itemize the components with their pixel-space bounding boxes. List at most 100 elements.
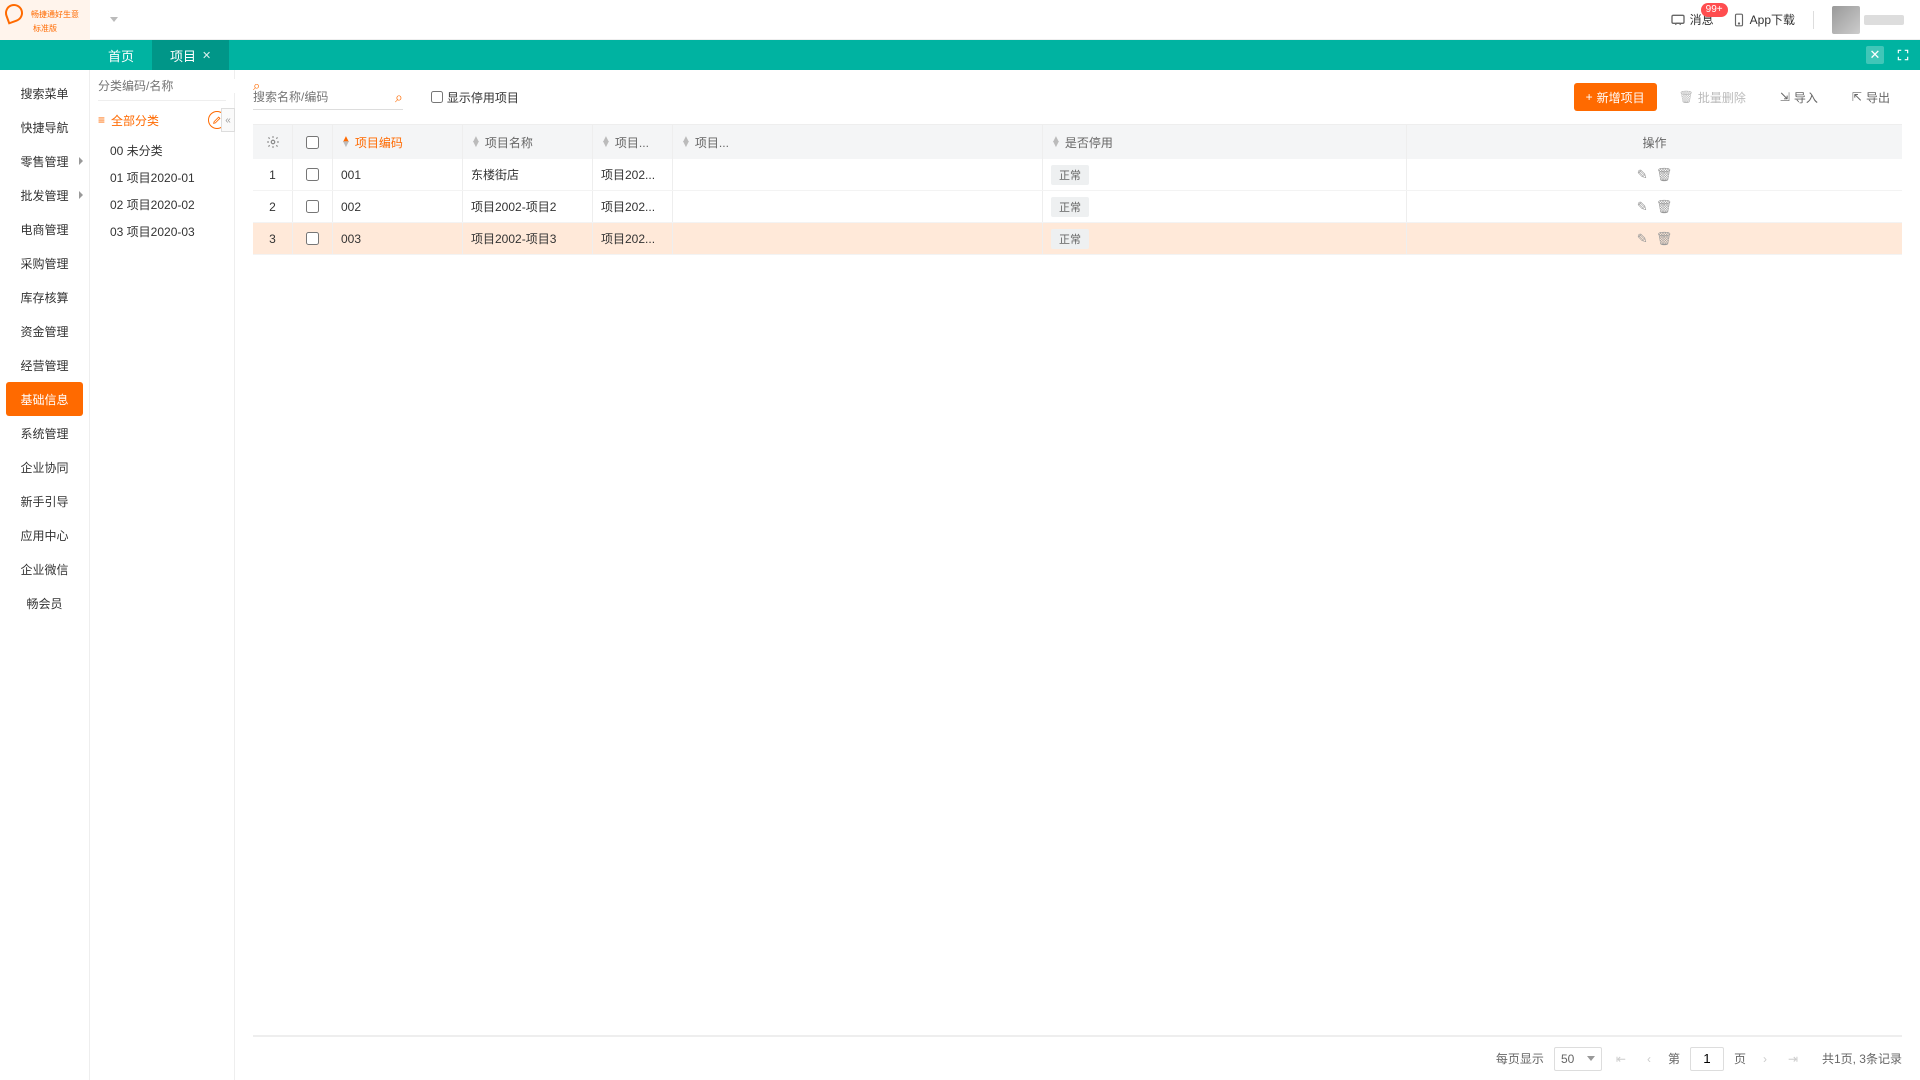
sidebar-item-8[interactable]: 经营管理 [0, 348, 89, 382]
close-all-tabs-button[interactable]: ✕ [1866, 46, 1884, 64]
page-input[interactable] [1690, 1047, 1724, 1071]
gear-icon [266, 135, 280, 149]
search-icon[interactable]: ⌕ [395, 89, 403, 106]
last-page-button[interactable]: ⇥ [1784, 1050, 1802, 1068]
fullscreen-button[interactable] [1894, 46, 1912, 64]
table-row[interactable]: 2002项目2002-项目2项目202...正常✎🗑 [253, 191, 1902, 223]
sidebar-item-1[interactable]: 快捷导航 [0, 110, 89, 144]
sidebar-item-15[interactable]: 畅会员 [0, 586, 89, 620]
user-name-placeholder [1864, 15, 1904, 25]
sidebar-item-7[interactable]: 资金管理 [0, 314, 89, 348]
logo-icon [2, 1, 25, 24]
col-category[interactable]: ▲▼项目... [593, 125, 673, 159]
close-icon[interactable]: ✕ [202, 49, 211, 62]
collapse-panel-button[interactable]: « [221, 108, 235, 132]
cell-code: 003 [333, 223, 463, 254]
cell-operations: ✎🗑 [1407, 159, 1902, 190]
per-page-select[interactable]: 50 [1554, 1047, 1602, 1071]
select-all-checkbox[interactable] [293, 125, 333, 159]
chevron-right-icon [79, 157, 83, 165]
add-project-button[interactable]: + 新增项目 [1574, 83, 1657, 111]
col-status[interactable]: ▲▼是否停用 [1043, 125, 1407, 159]
phone-icon [1732, 12, 1746, 28]
cell-note [673, 159, 1043, 190]
chevron-down-icon [1587, 1056, 1595, 1061]
cell-category: 项目202... [593, 191, 673, 222]
cell-status: 正常 [1043, 159, 1407, 190]
chevron-down-icon [110, 17, 118, 22]
category-item-2[interactable]: 02 项目2020-02 [110, 191, 226, 218]
batch-delete-button[interactable]: 🗑 批量删除 [1667, 83, 1758, 111]
cell-category: 项目202... [593, 159, 673, 190]
col-note[interactable]: ▲▼项目... [673, 125, 1043, 159]
user-menu[interactable] [1832, 6, 1904, 34]
page-suffix: 页 [1734, 1050, 1746, 1067]
add-project-label: 新增项目 [1597, 89, 1645, 106]
table-row[interactable]: 3003项目2002-项目3项目202...正常✎🗑 [253, 223, 1902, 255]
category-root[interactable]: ≡ 全部分类 [98, 107, 226, 133]
tab-home[interactable]: 首页 [90, 40, 152, 70]
col-code[interactable]: ▲▼项目编码 [333, 125, 463, 159]
sidebar-item-10[interactable]: 系统管理 [0, 416, 89, 450]
edit-button[interactable]: ✎ [1637, 167, 1648, 183]
avatar [1832, 6, 1860, 34]
cell-note [673, 191, 1043, 222]
prev-page-button[interactable]: ‹ [1640, 1050, 1658, 1068]
tab-project-label: 项目 [170, 46, 196, 65]
sidebar-item-3[interactable]: 批发管理 [0, 178, 89, 212]
cell-name: 项目2002-项目3 [463, 223, 593, 254]
sidebar-item-2[interactable]: 零售管理 [0, 144, 89, 178]
delete-button[interactable]: 🗑 [1656, 167, 1673, 183]
edit-button[interactable]: ✎ [1637, 199, 1648, 215]
delete-button[interactable]: 🗑 [1656, 231, 1673, 247]
sidebar-item-9[interactable]: 基础信息 [6, 382, 83, 416]
sidebar-item-4[interactable]: 电商管理 [0, 212, 89, 246]
col-name[interactable]: ▲▼项目名称 [463, 125, 593, 159]
row-checkbox[interactable] [293, 159, 333, 190]
category-item-1[interactable]: 01 项目2020-01 [110, 164, 226, 191]
cell-status: 正常 [1043, 191, 1407, 222]
tab-project[interactable]: 项目 ✕ [152, 40, 229, 70]
cell-status: 正常 [1043, 223, 1407, 254]
col-operations: 操作 [1407, 125, 1902, 159]
row-checkbox[interactable] [293, 191, 333, 222]
row-index: 3 [253, 223, 293, 254]
category-item-3[interactable]: 03 项目2020-03 [110, 218, 226, 245]
sidebar-item-0[interactable]: 搜索菜单 [0, 76, 89, 110]
toolbar: ⌕ 显示停用项目 + 新增项目 🗑 批量删除 ⇲ 导入 ⇱ 导出 [253, 70, 1902, 124]
show-disabled-checkbox[interactable]: 显示停用项目 [431, 89, 519, 106]
import-label: 导入 [1794, 89, 1818, 106]
category-list: 00 未分类01 项目2020-0102 项目2020-0203 项目2020-… [98, 133, 226, 245]
search-icon[interactable]: ⌕ [253, 78, 260, 94]
sidebar-item-13[interactable]: 应用中心 [0, 518, 89, 552]
sidebar-item-11[interactable]: 企业协同 [0, 450, 89, 484]
sidebar-item-5[interactable]: 采购管理 [0, 246, 89, 280]
tab-strip: 首页 项目 ✕ ✕ [0, 40, 1920, 70]
app-download-label: App下载 [1750, 11, 1795, 28]
sidebar-item-14[interactable]: 企业微信 [0, 552, 89, 586]
export-button[interactable]: ⇱ 导出 [1840, 83, 1902, 111]
sidebar-item-6[interactable]: 库存核算 [0, 280, 89, 314]
cell-note [673, 223, 1043, 254]
expand-icon [1896, 48, 1910, 62]
sidebar-item-12[interactable]: 新手引导 [0, 484, 89, 518]
org-selector[interactable] [90, 0, 138, 40]
row-checkbox[interactable] [293, 223, 333, 254]
first-page-button[interactable]: ⇤ [1612, 1050, 1630, 1068]
page-summary: 共1页, 3条记录 [1822, 1050, 1902, 1067]
table-settings-button[interactable] [253, 125, 293, 159]
main-content: ⌕ 显示停用项目 + 新增项目 🗑 批量删除 ⇲ 导入 ⇱ 导出 [235, 70, 1920, 1080]
delete-button[interactable]: 🗑 [1656, 199, 1673, 215]
import-button[interactable]: ⇲ 导入 [1768, 83, 1830, 111]
category-item-0[interactable]: 00 未分类 [110, 137, 226, 164]
edit-button[interactable]: ✎ [1637, 231, 1648, 247]
show-disabled-label: 显示停用项目 [447, 89, 519, 106]
app-download-button[interactable]: App下载 [1732, 11, 1795, 28]
search-input[interactable] [253, 84, 403, 110]
show-disabled-input[interactable] [431, 91, 443, 103]
next-page-button[interactable]: › [1756, 1050, 1774, 1068]
table-row[interactable]: 1001东楼街店项目202...正常✎🗑 [253, 159, 1902, 191]
batch-delete-label: 批量删除 [1698, 89, 1746, 106]
category-search-input[interactable] [98, 79, 253, 93]
messages-button[interactable]: 消息 99+ [1670, 11, 1714, 28]
